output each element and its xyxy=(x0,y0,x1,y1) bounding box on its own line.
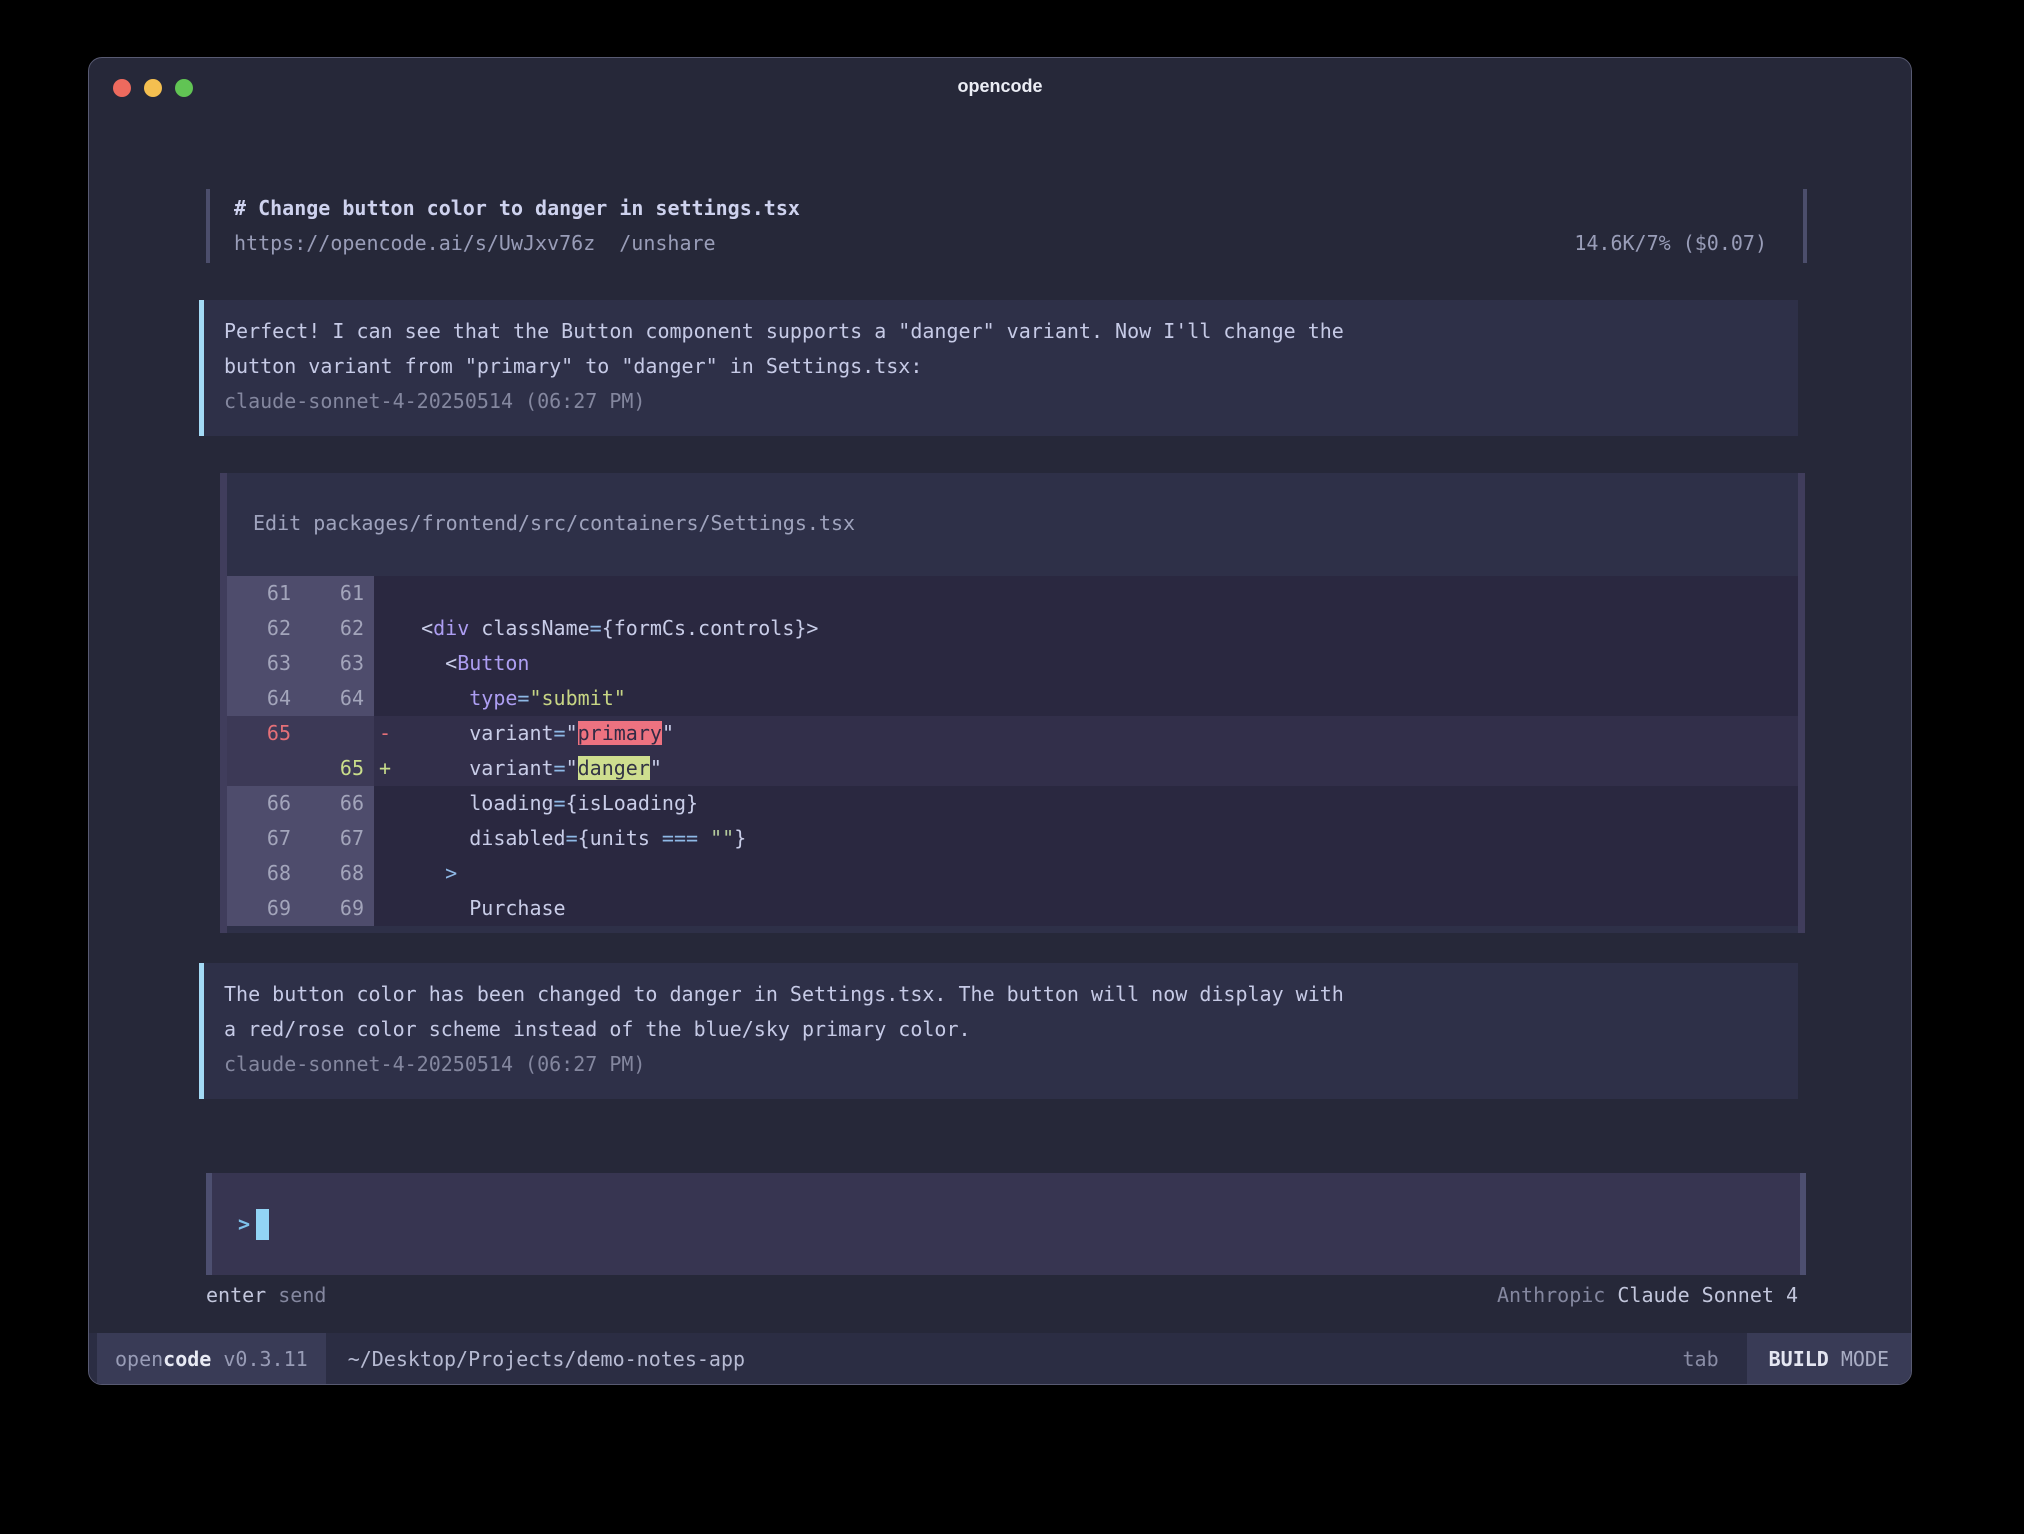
diff-code-line: variant="danger" xyxy=(397,751,1798,786)
assistant-message: The button color has been changed to dan… xyxy=(199,963,1798,1099)
opencode-window: opencode # Change button color to danger… xyxy=(88,57,1912,1385)
edit-tool-block: Edit packages/frontend/src/containers/Se… xyxy=(220,473,1805,933)
diff-code-line: loading={isLoading} xyxy=(397,786,1798,821)
app-version-badge: opencode v0.3.11 xyxy=(97,1333,326,1384)
footer-hints: enter send Anthropic Claude Sonnet 4 xyxy=(206,1278,1798,1313)
diff-gutter: + xyxy=(374,751,397,786)
diff-gutter: 68 xyxy=(301,856,374,891)
diff-gutter: 67 xyxy=(227,821,301,856)
diff-row: 65 - variant="primary" xyxy=(227,716,1798,751)
diff-code-line: type="submit" xyxy=(397,681,1798,716)
diff-gutter: 63 xyxy=(301,646,374,681)
diff-code-line: > xyxy=(397,856,1798,891)
mode-name: BUILD xyxy=(1769,1347,1829,1371)
mode-indicator: BUILD MODE xyxy=(1747,1333,1911,1384)
diff-gutter: - xyxy=(374,716,397,751)
share-url: https://opencode.ai/s/UwJxv76z xyxy=(234,226,595,261)
diff-gutter xyxy=(227,751,301,786)
diff-gutter xyxy=(374,611,397,646)
message-text: Perfect! I can see that the Button compo… xyxy=(224,314,1798,384)
diff-row: 6969 Purchase xyxy=(227,891,1798,926)
diff-gutter xyxy=(374,681,397,716)
diff-rows: 61616262 <div className={formCs.controls… xyxy=(227,576,1798,926)
diff-gutter xyxy=(374,646,397,681)
app-version xyxy=(211,1347,223,1371)
working-directory: ~/Desktop/Projects/demo-notes-app xyxy=(348,1333,745,1384)
prompt-input[interactable]: > xyxy=(206,1173,1806,1275)
diff-gutter: 64 xyxy=(301,681,374,716)
diff-code-line: disabled={units === ""} xyxy=(397,821,1798,856)
session-header: # Change button color to danger in setti… xyxy=(206,189,1807,263)
text-cursor xyxy=(256,1209,269,1240)
assistant-message: Perfect! I can see that the Button compo… xyxy=(199,300,1798,436)
diff-code-line: Purchase xyxy=(397,891,1798,926)
diff-gutter xyxy=(374,891,397,926)
diff-row: 6464 type="submit" xyxy=(227,681,1798,716)
screen: opencode # Change button color to danger… xyxy=(0,0,2024,1534)
app-name-code: code xyxy=(163,1347,211,1371)
diff-gutter: 65 xyxy=(301,751,374,786)
statusbar-spacer xyxy=(745,1333,1682,1384)
titlebar: opencode xyxy=(89,58,1911,116)
token-usage: 14.6K/7% ($0.07) xyxy=(1574,226,1767,261)
send-hint: enter send xyxy=(206,1278,326,1313)
diff-gutter: 66 xyxy=(301,786,374,821)
message-text: The button color has been changed to dan… xyxy=(224,977,1798,1047)
diff-row: 6767 disabled={units === ""} xyxy=(227,821,1798,856)
diff-code-line: <div className={formCs.controls}> xyxy=(397,611,1798,646)
diff-gutter: 67 xyxy=(301,821,374,856)
diff-row: 6666 loading={isLoading} xyxy=(227,786,1798,821)
unshare-command[interactable]: /unshare xyxy=(619,226,715,261)
diff-row: 6868 > xyxy=(227,856,1798,891)
diff-gutter: 64 xyxy=(227,681,301,716)
app-name-open: open xyxy=(115,1347,163,1371)
diff-gutter xyxy=(374,786,397,821)
diff-gutter: 62 xyxy=(301,611,374,646)
session-title: # Change button color to danger in setti… xyxy=(234,191,1767,226)
diff-code-line xyxy=(397,576,1798,611)
enter-key-label: enter xyxy=(206,1283,266,1307)
diff-row: 6161 xyxy=(227,576,1798,611)
diff-code-line: <Button xyxy=(397,646,1798,681)
model-indicator: Anthropic Claude Sonnet 4 xyxy=(1497,1278,1798,1313)
app-version-number: v0.3.11 xyxy=(223,1347,307,1371)
diff-gutter xyxy=(301,716,374,751)
diff-row: 65+ variant="danger" xyxy=(227,751,1798,786)
window-title: opencode xyxy=(89,76,1911,97)
diff-gutter xyxy=(374,821,397,856)
diff-row: 6363 <Button xyxy=(227,646,1798,681)
session-subline: https://opencode.ai/s/UwJxv76z /unshare … xyxy=(234,226,1767,261)
diff-gutter: 66 xyxy=(227,786,301,821)
diff-gutter: 62 xyxy=(227,611,301,646)
diff-gutter: 69 xyxy=(227,891,301,926)
message-meta: claude-sonnet-4-20250514 (06:27 PM) xyxy=(224,384,1798,419)
diff-gutter xyxy=(374,576,397,611)
status-bar: opencode v0.3.11 ~/Desktop/Projects/demo… xyxy=(89,1333,1911,1384)
model-label: Claude Sonnet 4 xyxy=(1617,1283,1798,1307)
diff-gutter xyxy=(374,856,397,891)
message-meta: claude-sonnet-4-20250514 (06:27 PM) xyxy=(224,1047,1798,1082)
diff-gutter: 68 xyxy=(227,856,301,891)
prompt-caret: > xyxy=(238,1212,250,1236)
tab-key-hint: tab xyxy=(1682,1333,1718,1384)
mode-suffix: MODE xyxy=(1841,1347,1889,1371)
provider-label: Anthropic xyxy=(1497,1283,1605,1307)
diff-gutter: 61 xyxy=(227,576,301,611)
diff-gutter: 63 xyxy=(227,646,301,681)
diff-code-line: variant="primary" xyxy=(397,716,1798,751)
send-action-label: send xyxy=(278,1283,326,1307)
diff-row: 6262 <div className={formCs.controls}> xyxy=(227,611,1798,646)
diff-gutter: 61 xyxy=(301,576,374,611)
diff-gutter: 69 xyxy=(301,891,374,926)
edit-tool-title: Edit packages/frontend/src/containers/Se… xyxy=(227,473,1798,576)
diff-gutter: 65 xyxy=(227,716,301,751)
